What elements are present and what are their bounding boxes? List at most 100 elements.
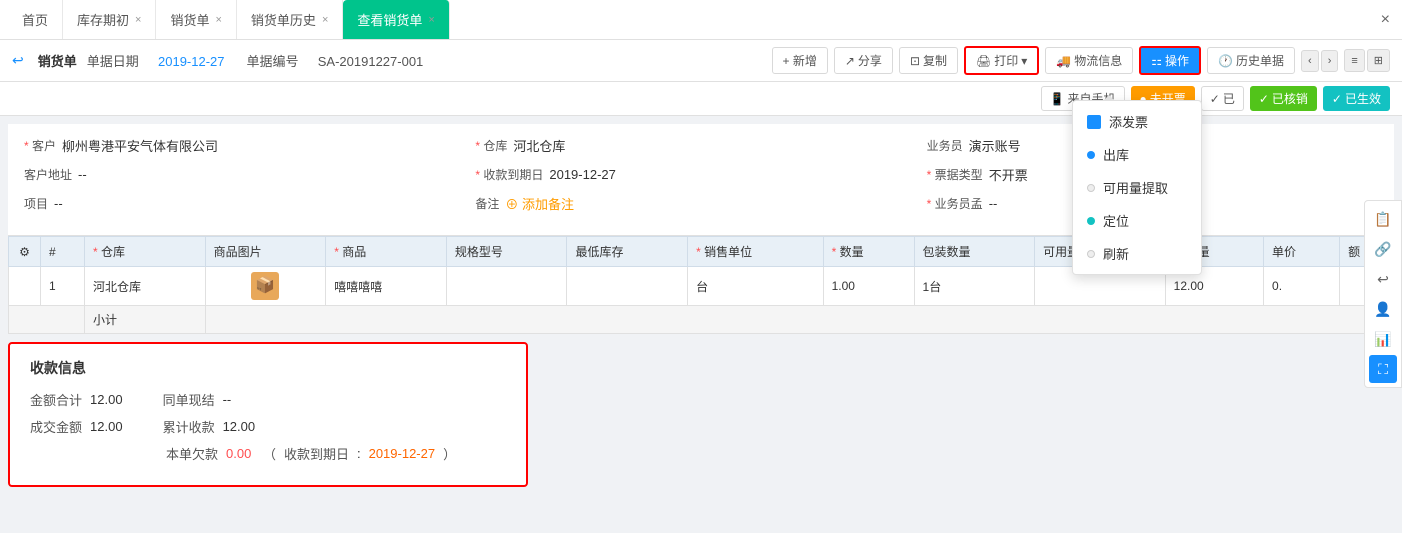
prev-button[interactable]: ‹ [1301, 50, 1319, 72]
confirm-icon: ✓ [1210, 92, 1220, 106]
current-due-value: 0.00 [226, 446, 251, 461]
subtotal-empty-1: 小计 [84, 306, 205, 334]
doc-number-label: 单据编号 SA-20191227-001 [247, 51, 436, 70]
ticket-type-value: 不开票 [989, 165, 1028, 184]
verified-button[interactable]: ✓ 已核销 [1250, 86, 1317, 111]
refresh-icon [1087, 250, 1095, 258]
right-tool-6[interactable]: ⛶ [1369, 355, 1397, 383]
tab-view-sales[interactable]: 查看销货单 × [343, 0, 449, 39]
payment-info-section: 收款信息 金额合计 12.00 同单现结 -- 成交金额 12.00 累计收款 … [8, 342, 528, 487]
cumulative-payment-value: 12.00 [223, 419, 256, 434]
address-field: 客户地址 -- [24, 166, 475, 183]
logistics-button[interactable]: 🚚 物流信息 [1045, 47, 1133, 74]
payment-date-value: 2019-12-27 [549, 167, 616, 182]
tab-home[interactable]: 首页 [8, 0, 63, 39]
print-button[interactable]: 🖨 打印 ▾ [964, 46, 1039, 75]
th-product: 商品 [326, 237, 447, 267]
print-dropdown-arrow: ▾ [1021, 54, 1027, 68]
row-sales-unit: 台 [688, 267, 824, 306]
dropdown-outbound[interactable]: 出库 [1073, 138, 1201, 171]
close-sales-history[interactable]: × [322, 14, 328, 26]
subtotal-empty-2 [205, 306, 1393, 334]
due-date-close: ） [443, 444, 456, 463]
project-label: 项目 [24, 195, 48, 212]
history-button[interactable]: 🕐 历史单据 [1207, 47, 1295, 74]
th-product-img: 商品图片 [205, 237, 326, 267]
right-tool-1[interactable]: 📋 [1369, 205, 1397, 233]
note-field: 备注 ⊕ 添加备注 [475, 194, 926, 213]
list-view-button[interactable]: ≡ [1344, 49, 1364, 72]
customer-value: 柳州粤港平安气体有限公司 [62, 136, 218, 155]
th-quantity: 数量 [823, 237, 914, 267]
operation-dropdown: 添发票 出库 可用量提取 定位 刷新 [1072, 100, 1202, 275]
amount-total-label: 金额合计 [30, 390, 82, 409]
row-product-img: 📦 [205, 267, 326, 306]
right-tool-2[interactable]: 🔗 [1369, 235, 1397, 263]
add-note-button[interactable]: ⊕ 添加备注 [505, 194, 574, 213]
right-tool-5[interactable]: 📊 [1369, 325, 1397, 353]
tab-sales-order[interactable]: 销货单 × [156, 0, 236, 39]
transaction-amount-value: 12.00 [90, 419, 123, 434]
transaction-amount-item: 成交金额 12.00 [30, 417, 123, 436]
th-spec: 规格型号 [446, 237, 567, 267]
payment-date-field: 收款到期日 2019-12-27 [475, 166, 926, 183]
close-sales-order[interactable]: × [215, 14, 221, 26]
operation-button[interactable]: ⚏ 操作 [1139, 46, 1201, 75]
confirm-button[interactable]: ✓ 已 [1201, 86, 1244, 111]
dropdown-locate[interactable]: 定位 [1073, 204, 1201, 237]
copy-button[interactable]: ⊡ 复制 [899, 47, 958, 74]
salesperson-value: -- [989, 196, 998, 211]
cumulative-payment-item: 累计收款 12.00 [163, 417, 256, 436]
history-icon: 🕐 [1218, 54, 1233, 68]
doc-date-label: 单据日期 2019-12-27 [87, 51, 237, 70]
add-note-icon: ⊕ [505, 197, 518, 212]
project-value: -- [54, 196, 63, 211]
tab-bar: 首页 库存期初 × 销货单 × 销货单历史 × 查看销货单 × × [0, 0, 1402, 40]
share-icon: ↗ [845, 54, 855, 68]
verified-icon: ✓ [1259, 92, 1269, 106]
close-all-tabs[interactable]: × [1381, 11, 1390, 29]
th-warehouse: 仓库 [84, 237, 205, 267]
header-actions: + 新增 ↗ 分享 ⊡ 复制 🖨 打印 ▾ 🚚 物流信息 ⚏ 操作 🕐 历史单据… [772, 46, 1390, 75]
grid-view-button[interactable]: ⊞ [1367, 49, 1390, 72]
row-warehouse: 河北仓库 [84, 267, 205, 306]
dropdown-available-qty[interactable]: 可用量提取 [1073, 171, 1201, 204]
close-inventory-init[interactable]: × [135, 14, 141, 26]
right-tool-4[interactable]: 👤 [1369, 295, 1397, 323]
tab-inventory-init[interactable]: 库存期初 × [63, 0, 156, 39]
header-bar: ↩ 销货单 单据日期 2019-12-27 单据编号 SA-20191227-0… [0, 40, 1402, 82]
warehouse-field: 仓库 河北仓库 [475, 136, 926, 155]
payment-date-label: 收款到期日 [475, 166, 543, 183]
staff-label: 业务员 [927, 137, 963, 154]
subtotal-label [9, 306, 85, 334]
effect-button[interactable]: ✓ 已生效 [1323, 86, 1390, 111]
payment-row-3: 本单欠款 0.00 （ 收款到期日 : 2019-12-27 ） [30, 444, 506, 463]
ticket-type-label: 票据类型 [927, 166, 983, 183]
salesperson-label: 业务员孟 [927, 195, 983, 212]
next-button[interactable]: › [1321, 50, 1339, 72]
same-order-settlement-item: 同单现结 -- [163, 390, 232, 409]
due-date-note: （ [259, 444, 276, 463]
address-label: 客户地址 [24, 166, 72, 183]
payment-row-2: 成交金额 12.00 累计收款 12.00 [30, 417, 506, 436]
share-button[interactable]: ↗ 分享 [834, 47, 893, 74]
project-field: 项目 -- [24, 195, 475, 212]
right-tools: 📋 🔗 ↩ 👤 📊 ⛶ [1364, 200, 1402, 388]
tab-sales-history[interactable]: 销货单历史 × [237, 0, 343, 39]
address-value: -- [78, 167, 87, 182]
amount-total-item: 金额合计 12.00 [30, 390, 123, 409]
dropdown-refresh[interactable]: 刷新 [1073, 237, 1201, 270]
colon: : [357, 446, 361, 461]
th-settings[interactable]: ⚙ [9, 237, 41, 267]
dropdown-add-invoice[interactable]: 添发票 [1073, 105, 1201, 138]
copy-icon: ⊡ [910, 54, 920, 68]
row-package-qty: 1台 [914, 267, 1035, 306]
close-view-sales[interactable]: × [428, 14, 434, 26]
confirm-label: 已 [1223, 90, 1235, 107]
right-tool-3[interactable]: ↩ [1369, 265, 1397, 293]
current-due-label: 本单欠款 [166, 444, 218, 463]
th-seq: # [41, 237, 85, 267]
subtotal-row: 小计 [9, 306, 1394, 334]
add-button[interactable]: + 新增 [772, 47, 828, 74]
row-seq: 1 [41, 267, 85, 306]
